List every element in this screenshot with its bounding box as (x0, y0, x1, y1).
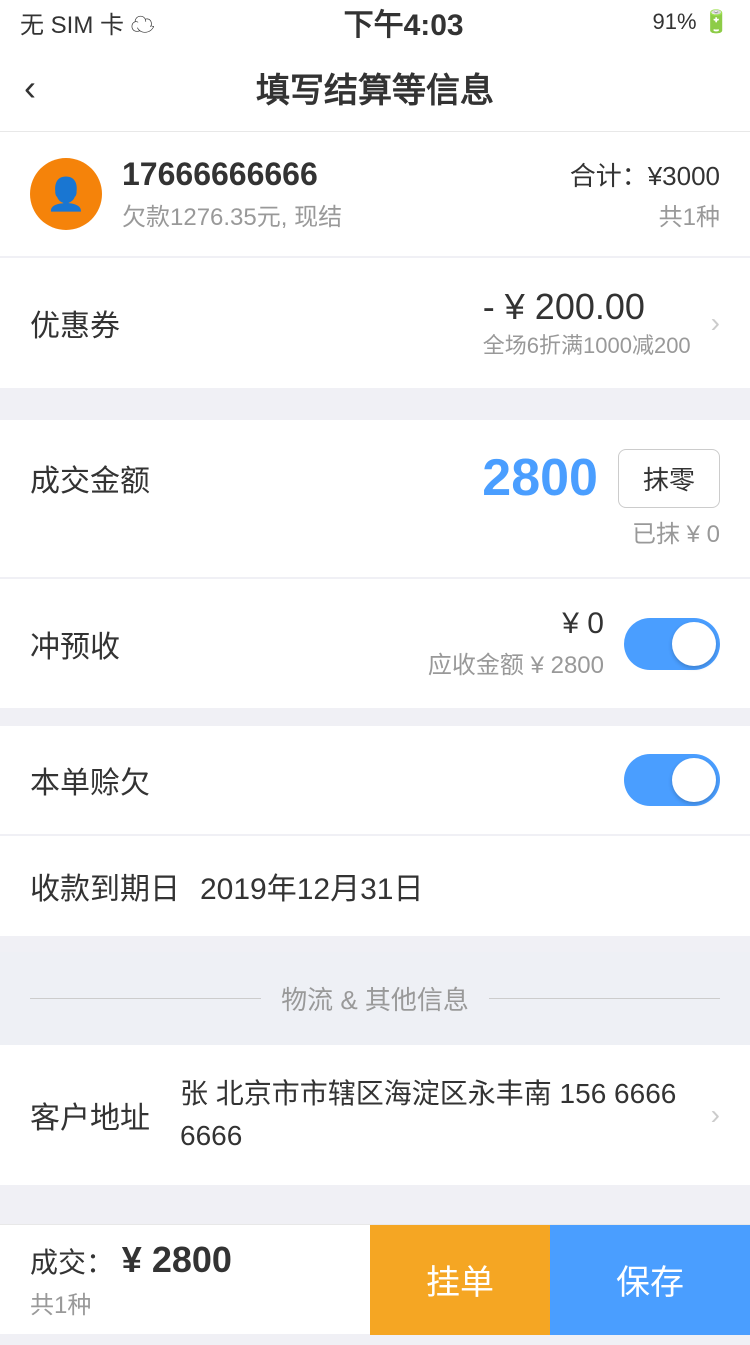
coupon-discount: - ¥ 200.00 (483, 286, 699, 328)
coupon-right: - ¥ 200.00 全场6折满1000减200 › (483, 286, 720, 360)
address-value: 张 北京市市辖区海淀区永丰南 156 6666 6666 (180, 1073, 711, 1157)
coupon-label: 优惠券 (30, 301, 120, 345)
status-left: 无 SIM 卡 ☁ (20, 5, 155, 40)
total-label: 合计：¥3000 (570, 156, 720, 193)
amount-sub: 已抹 ¥ 0 (30, 514, 720, 549)
precollect-sub: 应收金额 ¥ 2800 (428, 645, 604, 680)
precollect-section: 冲预收 ¥ 0 应收金额 ¥ 2800 (0, 579, 750, 708)
address-chevron-icon: › (711, 1099, 720, 1131)
duedate-label: 收款到期日 (30, 864, 180, 908)
logistics-label: 物流 & 其他信息 (281, 980, 469, 1017)
pending-button[interactable]: 挂单 (370, 1225, 550, 1335)
amount-row: 成交金额 2800 抹零 (30, 448, 720, 508)
chevron-right-icon: › (711, 307, 720, 339)
status-time: 下午4:03 (344, 0, 464, 44)
duedate-value: 2019年12月31日 (200, 864, 423, 908)
total-count: 共1种 (570, 197, 720, 232)
save-button[interactable]: 保存 (550, 1225, 750, 1335)
toggle-thumb (672, 622, 716, 666)
amount-right: 2800 抹零 (482, 448, 720, 508)
back-button[interactable]: ‹ (24, 67, 36, 109)
coupon-section[interactable]: 优惠券 - ¥ 200.00 全场6折满1000减200 › (0, 258, 750, 388)
duedate-section: 收款到期日 2019年12月31日 (0, 836, 750, 936)
precollect-amount: ¥ 0 应收金额 ¥ 2800 (428, 607, 604, 680)
credit-label: 本单赊欠 (30, 758, 150, 802)
customer-left: 👤 17666666666 欠款1276.35元, 现结 (30, 156, 342, 232)
battery-icon: 🔋 (703, 9, 730, 35)
precollect-toggle[interactable] (624, 618, 720, 670)
bottom-bar: 成交： ¥ 2800 共1种 挂单 保存 (0, 1224, 750, 1334)
page-title: 填写结算等信息 (256, 63, 494, 112)
precollect-value: ¥ 0 (428, 607, 604, 641)
coupon-description: 全场6折满1000减200 (483, 328, 691, 360)
separator-3 (0, 936, 750, 952)
status-right: 91% 🔋 (653, 9, 730, 35)
customer-right: 合计：¥3000 共1种 (570, 156, 720, 232)
customer-section: 👤 17666666666 欠款1276.35元, 现结 合计：¥3000 共1… (0, 132, 750, 256)
bottom-summary: 成交： ¥ 2800 共1种 (0, 1239, 370, 1320)
separator-2 (0, 710, 750, 726)
divider-line-left (30, 998, 261, 999)
amount-label: 成交金额 (30, 456, 150, 500)
page-header: ‹ 填写结算等信息 (0, 44, 750, 132)
address-label: 客户地址 (30, 1093, 150, 1137)
bottom-count: 共1种 (30, 1285, 340, 1320)
bottom-deal-row: 成交： ¥ 2800 (30, 1239, 340, 1281)
amount-section: 成交金额 2800 抹零 已抹 ¥ 0 (0, 420, 750, 577)
precollect-label: 冲预收 (30, 622, 120, 666)
customer-phone: 17666666666 (122, 156, 342, 193)
avatar: 👤 (30, 158, 102, 230)
bottom-deal-amount: ¥ 2800 (122, 1239, 232, 1280)
status-bar: 无 SIM 卡 ☁ 下午4:03 91% 🔋 (0, 0, 750, 44)
separator-1 (0, 404, 750, 420)
credit-section: 本单赊欠 (0, 726, 750, 834)
amount-value: 2800 (482, 448, 598, 508)
round-button[interactable]: 抹零 (618, 449, 720, 508)
precollect-right: ¥ 0 应收金额 ¥ 2800 (428, 607, 720, 680)
divider-line-right (489, 998, 720, 999)
sim-label: 无 SIM 卡 ☁ (20, 5, 155, 40)
credit-toggle-thumb (672, 758, 716, 802)
customer-debt: 欠款1276.35元, 现结 (122, 197, 342, 232)
logistics-divider: 物流 & 其他信息 (0, 952, 750, 1045)
credit-toggle[interactable] (624, 754, 720, 806)
bottom-deal-label: 成交： (30, 1247, 114, 1278)
customer-info: 17666666666 欠款1276.35元, 现结 (122, 156, 342, 232)
battery-label: 91% (653, 9, 697, 35)
address-section[interactable]: 客户地址 张 北京市市辖区海淀区永丰南 156 6666 6666 › (0, 1045, 750, 1185)
